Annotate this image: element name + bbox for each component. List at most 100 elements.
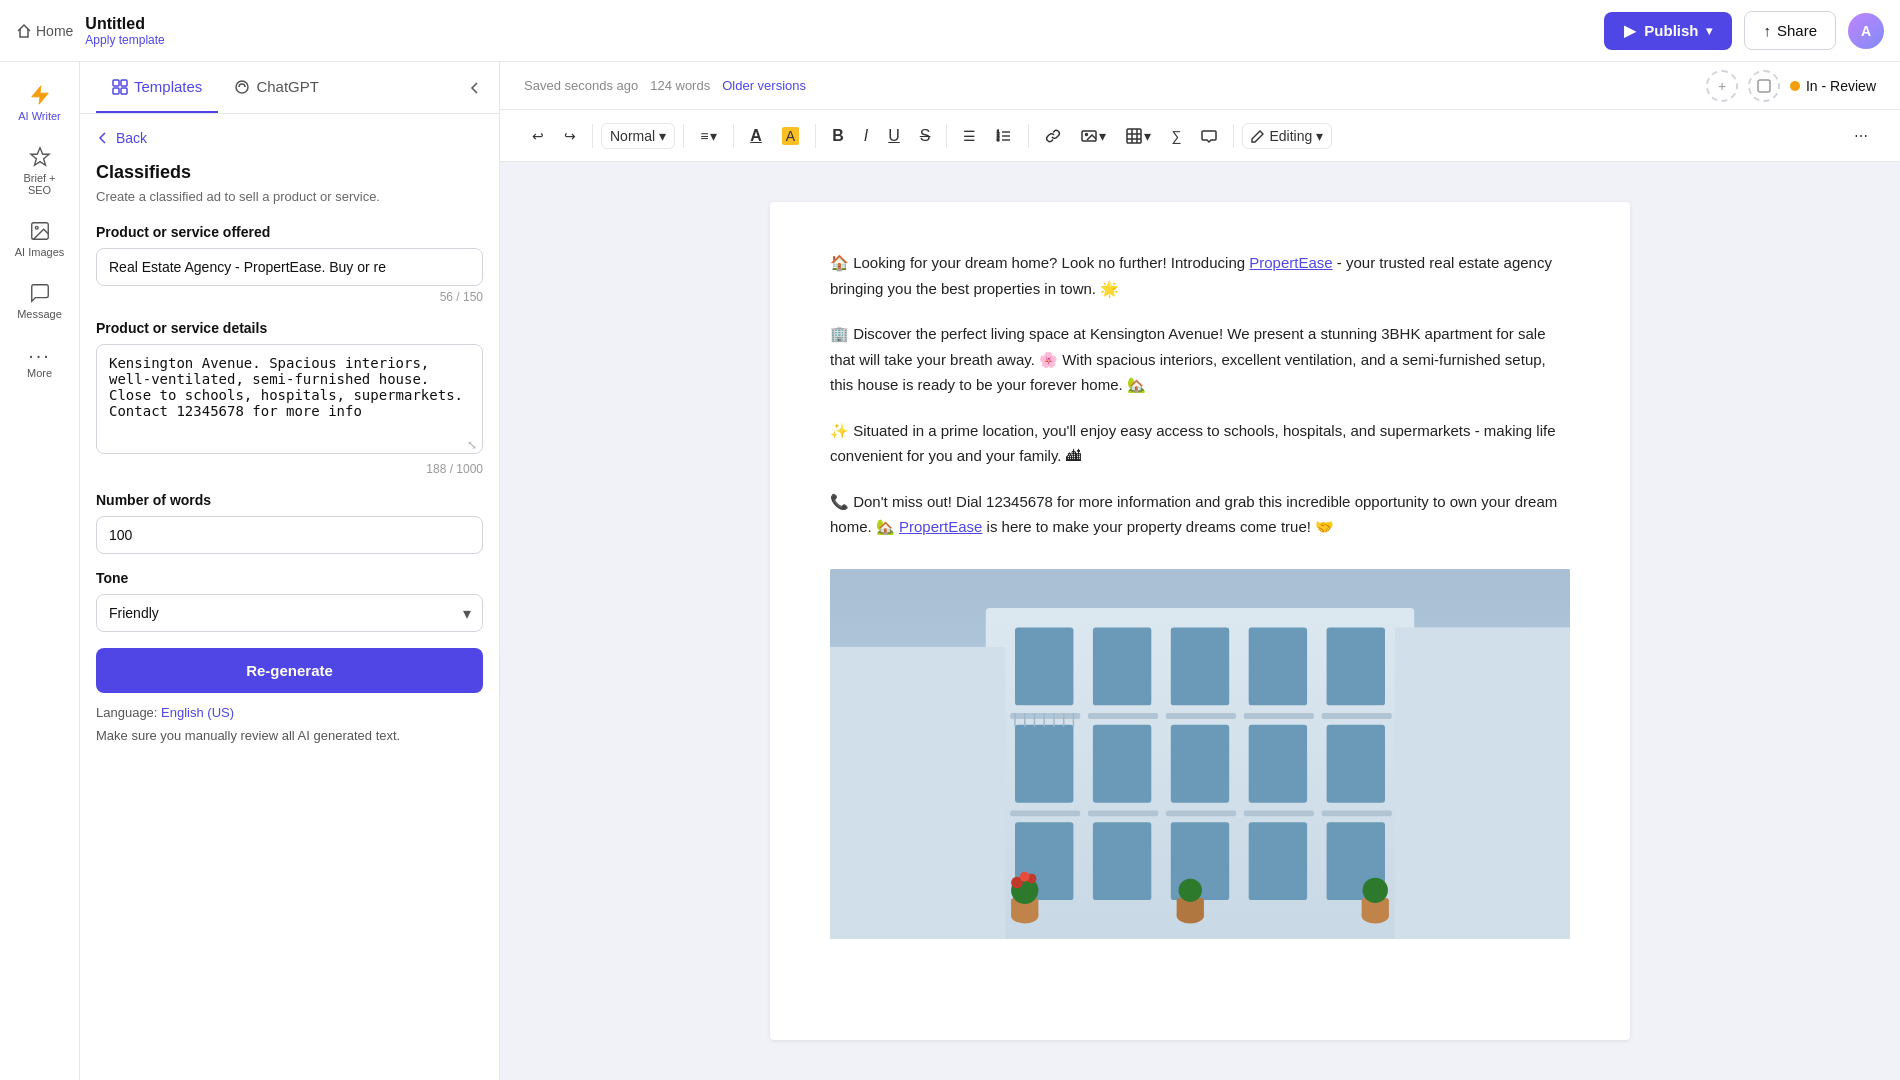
align-chevron-icon: ▾	[710, 128, 717, 144]
propertease-link-1[interactable]: PropertEase	[1249, 254, 1332, 271]
doc-info: Untitled Apply template	[85, 15, 164, 47]
svg-rect-31	[1015, 724, 1073, 802]
svg-text:3: 3	[997, 137, 1000, 142]
undo-button[interactable]: ↩	[524, 122, 552, 150]
paragraph-3: ✨ Situated in a prime location, you'll e…	[830, 418, 1570, 469]
more-options-button[interactable]: ⋯	[1846, 122, 1876, 150]
publish-button[interactable]: ▶ Publish ▾	[1604, 12, 1732, 50]
tab-chatgpt[interactable]: ChatGPT	[218, 62, 335, 113]
tone-label: Tone	[96, 570, 483, 586]
tone-select-wrapper: FriendlyProfessionalCasualFormal ▾	[96, 594, 483, 632]
apply-template-link[interactable]: Apply template	[85, 33, 164, 47]
sidebar-item-brief-seo[interactable]: Brief + SEO	[5, 136, 75, 206]
svg-rect-28	[1171, 627, 1229, 705]
text-color-button[interactable]: A	[742, 121, 770, 151]
svg-rect-34	[1249, 724, 1307, 802]
svg-rect-6	[121, 88, 127, 94]
tab-templates[interactable]: Templates	[96, 62, 218, 113]
highlight-icon: A	[782, 127, 799, 145]
svg-rect-27	[1093, 627, 1151, 705]
words-input[interactable]	[96, 516, 483, 554]
align-button[interactable]: ≡▾	[692, 122, 725, 150]
sidebar-item-ai-images[interactable]: AI Images	[5, 210, 75, 268]
math-button[interactable]: ∑	[1163, 122, 1189, 150]
main-layout: AI Writer Brief + SEO AI Images Message …	[0, 62, 1900, 1080]
svg-rect-25	[1395, 627, 1570, 939]
svg-rect-30	[1327, 627, 1385, 705]
tone-select[interactable]: FriendlyProfessionalCasualFormal	[96, 594, 483, 632]
svg-rect-33	[1171, 724, 1229, 802]
image-chevron-icon: ▾	[1099, 128, 1106, 144]
italic-button[interactable]: I	[856, 121, 876, 151]
editing-mode-selector[interactable]: Editing ▾	[1242, 123, 1332, 149]
separator-3	[733, 124, 734, 148]
bold-button[interactable]: B	[824, 121, 852, 151]
older-versions-link[interactable]: Older versions	[722, 78, 806, 93]
svg-rect-56	[1244, 810, 1314, 816]
language-link[interactable]: English (US)	[161, 705, 234, 720]
share-icon: ↑	[1763, 22, 1771, 39]
style-select[interactable]: Normal ▾	[601, 123, 675, 149]
svg-rect-55	[1166, 810, 1236, 816]
svg-rect-39	[1249, 822, 1307, 900]
separator-7	[1233, 124, 1234, 148]
share-button[interactable]: ↑ Share	[1744, 11, 1836, 50]
avatar[interactable]: A	[1848, 13, 1884, 49]
sidebar-item-ai-writer[interactable]: AI Writer	[5, 74, 75, 132]
regenerate-button[interactable]: Re-generate	[96, 648, 483, 693]
details-textarea[interactable]: Kensington Avenue. Spacious interiors, w…	[96, 344, 483, 454]
svg-rect-42	[1088, 713, 1158, 719]
svg-point-16	[1086, 133, 1088, 135]
svg-rect-54	[1088, 810, 1158, 816]
details-label: Product or service details	[96, 320, 483, 336]
toolbar-right: ⋯	[1846, 122, 1876, 150]
product-label: Product or service offered	[96, 224, 483, 240]
building-illustration	[830, 564, 1570, 944]
panel-collapse-button[interactable]	[465, 62, 483, 113]
svg-rect-29	[1249, 627, 1307, 705]
svg-rect-5	[113, 88, 119, 94]
word-count: 124 words	[650, 78, 710, 93]
ai-disclaimer: Make sure you manually review all AI gen…	[96, 728, 483, 743]
home-button[interactable]: Home	[16, 23, 73, 39]
paragraph-4: 📞 Don't miss out! Dial 12345678 for more…	[830, 489, 1570, 540]
doc-title: Untitled	[85, 15, 164, 33]
redo-button[interactable]: ↪	[556, 122, 584, 150]
section-title: Classifieds	[96, 162, 483, 183]
panel-content: Back Classifieds Create a classified ad …	[80, 114, 499, 1080]
numbered-list-button[interactable]: 1 2 3	[988, 122, 1020, 150]
editor-meta: Saved seconds ago 124 words Older versio…	[524, 78, 806, 93]
svg-point-2	[35, 226, 38, 229]
product-input[interactable]	[96, 248, 483, 286]
svg-rect-26	[1015, 627, 1073, 705]
comment-button[interactable]	[1193, 122, 1225, 150]
svg-point-63	[1179, 878, 1202, 901]
svg-rect-8	[1758, 80, 1770, 92]
bullet-list-button[interactable]: ☰	[955, 122, 984, 150]
sidebar-item-more[interactable]: ··· More	[5, 334, 75, 389]
text-color-icon: A	[750, 127, 762, 145]
svg-rect-24	[830, 646, 1005, 938]
sidebar-item-message[interactable]: Message	[5, 272, 75, 330]
back-link[interactable]: Back	[96, 130, 483, 146]
section-desc: Create a classified ad to sell a product…	[96, 189, 483, 204]
resize-icon: ⤡	[467, 438, 477, 452]
separator-2	[683, 124, 684, 148]
details-char-count: 188 / 1000	[96, 462, 483, 476]
highlight-button[interactable]: A	[774, 121, 807, 151]
underline-button[interactable]: U	[880, 121, 908, 151]
propertease-link-2[interactable]: PropertEase	[899, 518, 982, 535]
svg-rect-4	[121, 80, 127, 86]
svg-marker-0	[30, 148, 48, 165]
panel-tabs: Templates ChatGPT	[80, 62, 499, 114]
table-button[interactable]: ▾	[1118, 122, 1159, 150]
saved-text: Saved seconds ago	[524, 78, 638, 93]
strikethrough-button[interactable]: S	[912, 121, 939, 151]
svg-rect-35	[1327, 724, 1385, 802]
status-dot	[1790, 81, 1800, 91]
topbar-left: Home Untitled Apply template	[16, 15, 165, 47]
image-button[interactable]: ▾	[1073, 122, 1114, 150]
svg-point-69	[1020, 871, 1030, 881]
separator-4	[815, 124, 816, 148]
link-button[interactable]	[1037, 122, 1069, 150]
